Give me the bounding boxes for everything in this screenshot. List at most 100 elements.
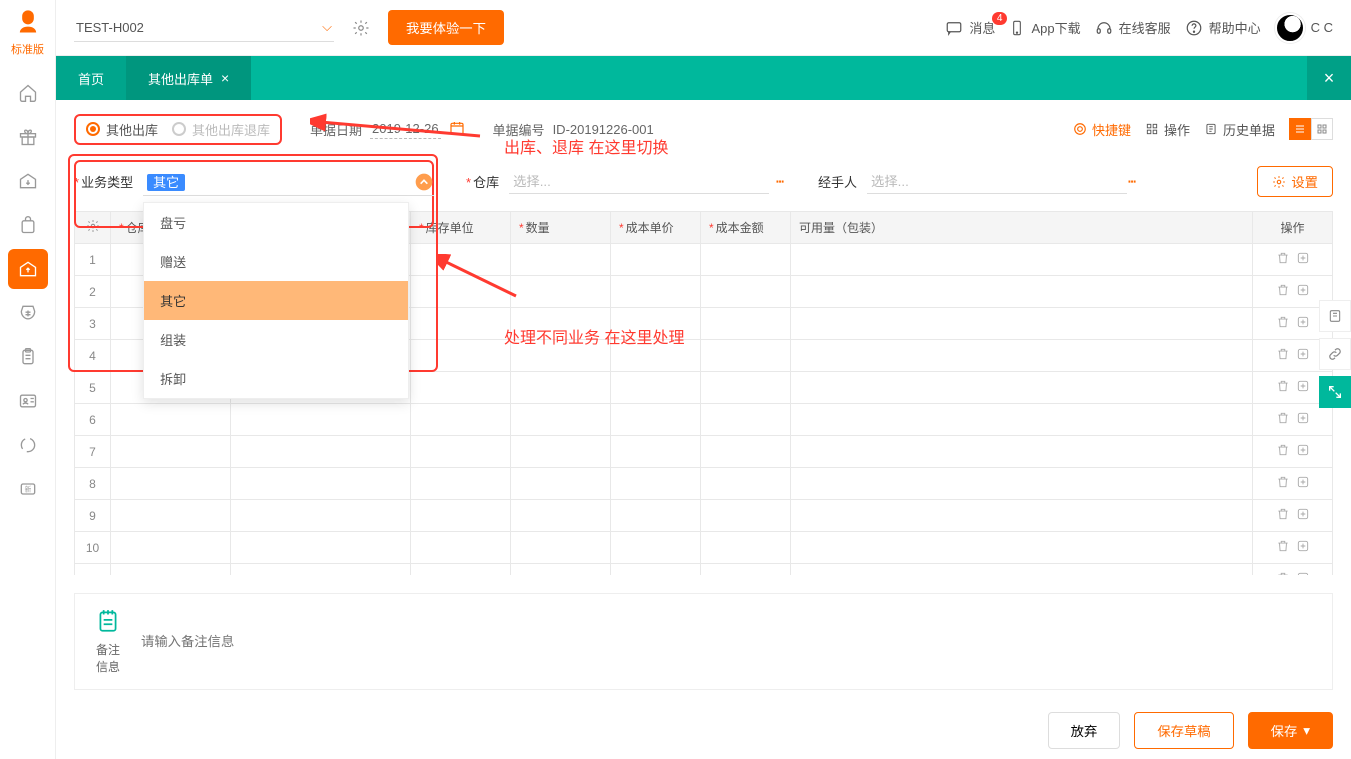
delete-icon[interactable] <box>1276 382 1290 396</box>
delete-icon[interactable] <box>1276 542 1290 556</box>
user-menu[interactable]: C C <box>1275 13 1333 43</box>
add-icon[interactable] <box>1296 510 1310 524</box>
delete-icon[interactable] <box>1276 478 1290 492</box>
delete-icon[interactable] <box>1276 254 1290 268</box>
table-row[interactable]: 11 <box>75 564 1333 576</box>
add-icon[interactable] <box>1296 318 1310 332</box>
doc-date-label: 单据日期 <box>310 120 362 139</box>
app-download-label: App下载 <box>1031 18 1080 37</box>
messages-button[interactable]: 消息 4 <box>945 18 995 37</box>
nav-id-card[interactable] <box>8 381 48 421</box>
abandon-button[interactable]: 放弃 <box>1048 712 1121 749</box>
nav-gift[interactable] <box>8 117 48 157</box>
chevron-down-icon: ▾ <box>1303 723 1310 739</box>
warehouse-label: 仓库 <box>473 175 499 190</box>
more-icon[interactable]: ┅ <box>1128 174 1138 190</box>
nav-bag[interactable] <box>8 205 48 245</box>
delete-icon[interactable] <box>1276 446 1290 460</box>
view-grid[interactable] <box>1311 118 1333 140</box>
tabbar: 首页 其他出库单 × × <box>56 56 1351 100</box>
save-button[interactable]: 保存▾ <box>1248 712 1333 749</box>
add-icon[interactable] <box>1296 574 1310 575</box>
app-download-button[interactable]: App下载 <box>1009 18 1080 37</box>
biztype-option[interactable]: 其它 <box>144 281 408 320</box>
radio-dot-icon <box>86 122 100 136</box>
delete-icon[interactable] <box>1276 350 1290 364</box>
add-icon[interactable] <box>1296 446 1310 460</box>
remarks-input[interactable] <box>141 634 1314 649</box>
add-icon[interactable] <box>1296 286 1310 300</box>
nav-warehouse-out[interactable] <box>8 249 48 289</box>
delete-icon[interactable] <box>1276 414 1290 428</box>
delete-icon[interactable] <box>1276 318 1290 332</box>
remarks-section: 备注信息 <box>74 593 1333 690</box>
messages-badge: 4 <box>992 12 1008 25</box>
nav-warehouse-in[interactable] <box>8 161 48 201</box>
history-link[interactable]: 历史单据 <box>1204 120 1275 139</box>
tenant-settings-button[interactable] <box>348 15 374 41</box>
svg-text:新: 新 <box>24 485 31 494</box>
tab-home[interactable]: 首页 <box>56 56 126 100</box>
add-icon[interactable] <box>1296 350 1310 364</box>
annotation-top: 出库、退库 在这里切换 <box>504 134 668 158</box>
biztype-dropdown: 盘亏赠送其它组装拆卸 <box>143 202 409 399</box>
nav-clipboard[interactable] <box>8 337 48 377</box>
calendar-icon[interactable] <box>449 120 465 139</box>
table-row[interactable]: 6 <box>75 404 1333 436</box>
tool-note[interactable] <box>1319 300 1351 332</box>
warehouse-select[interactable] <box>509 170 769 194</box>
delete-icon[interactable] <box>1276 286 1290 300</box>
chevron-up-icon[interactable] <box>414 172 434 195</box>
tab-other-outbound[interactable]: 其他出库单 × <box>126 56 251 100</box>
nav-new[interactable]: 新 <box>8 469 48 509</box>
table-row[interactable]: 7 <box>75 436 1333 468</box>
tool-expand[interactable] <box>1319 376 1351 408</box>
nav-home[interactable] <box>8 73 48 113</box>
nav-money[interactable] <box>8 293 48 333</box>
radio-other-return[interactable]: 其他出库退库 <box>172 120 270 139</box>
tool-link[interactable] <box>1319 338 1351 370</box>
handler-select[interactable] <box>867 170 1127 194</box>
save-draft-button[interactable]: 保存草稿 <box>1134 712 1233 749</box>
biztype-option[interactable]: 赠送 <box>144 242 408 281</box>
delete-icon[interactable] <box>1276 510 1290 524</box>
shortcut-link[interactable]: 快捷键 <box>1073 120 1131 139</box>
add-icon[interactable] <box>1296 478 1310 492</box>
biztype-select[interactable]: 其它 盘亏赠送其它组装拆卸 <box>143 168 434 196</box>
biztype-option[interactable]: 拆卸 <box>144 359 408 398</box>
radio-other-out[interactable]: 其他出库 <box>86 120 158 139</box>
remarks-title: 备注信息 <box>93 641 123 675</box>
table-row[interactable]: 8 <box>75 468 1333 500</box>
nav-loading[interactable] <box>8 425 48 465</box>
add-icon[interactable] <box>1296 542 1310 556</box>
view-toggle <box>1289 118 1333 140</box>
table-row[interactable]: 9 <box>75 500 1333 532</box>
brand-logo <box>14 8 42 39</box>
delete-icon[interactable] <box>1276 574 1290 575</box>
user-name: C C <box>1311 20 1333 35</box>
add-icon[interactable] <box>1296 382 1310 396</box>
online-service-button[interactable]: 在线客服 <box>1095 18 1171 37</box>
out-return-radio-group: 其他出库 其他出库退库 <box>74 114 282 145</box>
tenant-name: TEST-H002 <box>76 20 144 35</box>
close-icon[interactable]: × <box>221 70 229 86</box>
add-icon[interactable] <box>1296 414 1310 428</box>
close-all-tabs[interactable]: × <box>1307 56 1351 100</box>
table-row[interactable]: 10 <box>75 532 1333 564</box>
annotation-mid: 处理不同业务 在这里处理 <box>504 324 684 348</box>
try-button[interactable]: 我要体验一下 <box>388 10 504 45</box>
view-list[interactable] <box>1289 118 1311 140</box>
th-gear[interactable] <box>75 212 111 244</box>
operate-link[interactable]: 操作 <box>1145 120 1190 139</box>
biztype-label: 业务类型 <box>81 175 133 190</box>
footer-actions: 放弃 保存草稿 保存▾ <box>74 702 1333 759</box>
more-icon[interactable]: ┅ <box>776 174 786 190</box>
doc-date-value[interactable]: 2019-12-26 <box>370 119 441 139</box>
add-icon[interactable] <box>1296 254 1310 268</box>
settings-button[interactable]: 设置 <box>1257 166 1333 197</box>
radio-dot-icon <box>172 122 186 136</box>
help-center-button[interactable]: 帮助中心 <box>1185 18 1261 37</box>
tenant-selector[interactable]: TEST-H002 ⌵ <box>74 13 334 42</box>
biztype-option[interactable]: 组装 <box>144 320 408 359</box>
biztype-option[interactable]: 盘亏 <box>144 203 408 242</box>
